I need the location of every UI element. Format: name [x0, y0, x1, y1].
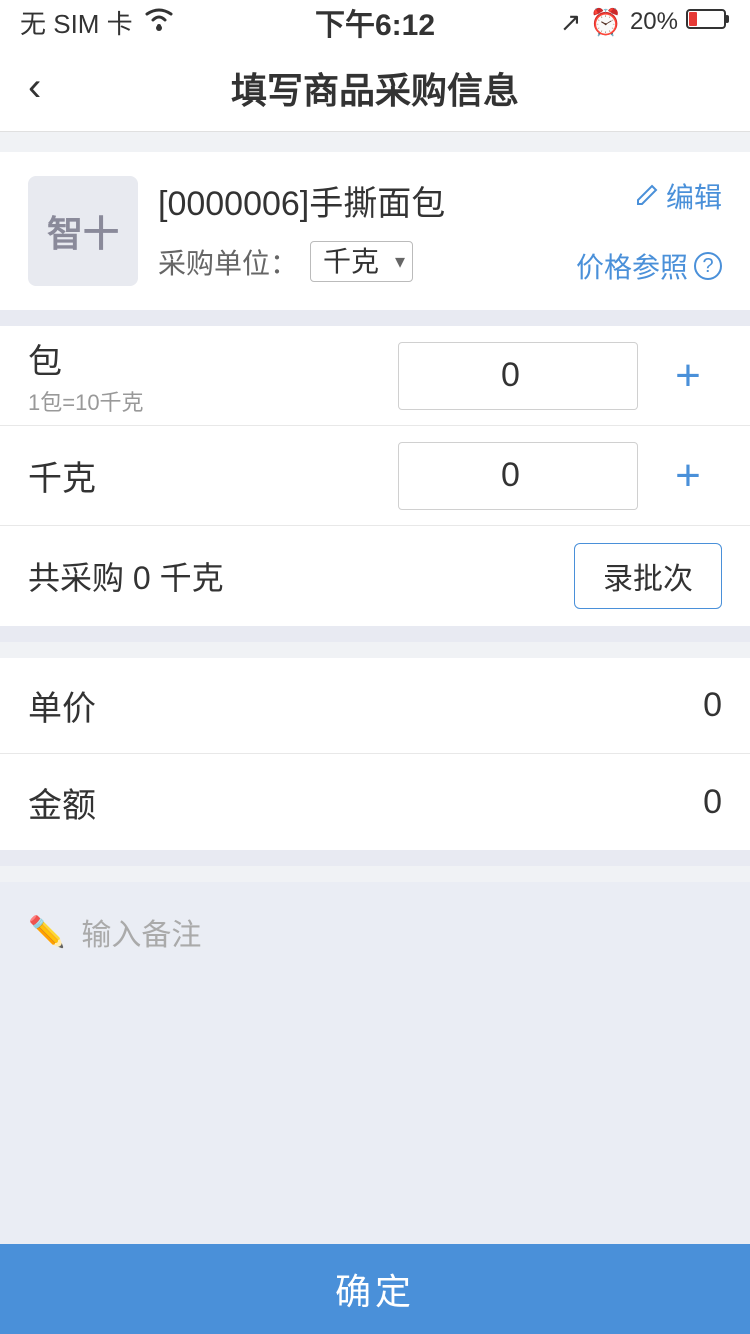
- total-text: 共采购 0 千克: [28, 553, 224, 599]
- bag-label: 包: [28, 334, 148, 383]
- unit-label: 采购单位：: [158, 242, 298, 282]
- price-ref-button[interactable]: 价格参照 ?: [576, 246, 722, 286]
- notes-section[interactable]: ✏️ 输入备注: [0, 882, 750, 982]
- bag-input-row: 包 1包=10千克 +: [0, 326, 750, 426]
- page-title: 填写商品采购信息: [231, 62, 519, 114]
- unit-select[interactable]: 千克: [310, 241, 413, 282]
- section-divider-2: [0, 626, 750, 642]
- unit-price-value: 0: [703, 686, 722, 725]
- input-section: 包 1包=10千克 + 千克 +: [0, 326, 750, 526]
- status-bar: 无 SIM 卡 下午6:12 ↗ ⏰ 20%: [0, 0, 750, 44]
- pencil-icon: ✏️: [28, 915, 65, 950]
- unit-select-wrapper[interactable]: 千克 ▾: [310, 241, 413, 282]
- product-card: 智十 [0000006]手撕面包 采购单位： 千克 ▾ 编辑 价格参照 ?: [0, 152, 750, 310]
- kg-label-group: 千克: [28, 451, 148, 500]
- carrier-text: 无 SIM 卡: [20, 4, 133, 41]
- kg-plus-button[interactable]: +: [654, 442, 722, 510]
- notes-placeholder: 输入备注: [81, 910, 201, 954]
- alarm-icon: ⏰: [590, 7, 622, 38]
- kg-input-row: 千克 +: [0, 426, 750, 526]
- battery-text: 20%: [630, 8, 678, 36]
- confirm-button[interactable]: 确定: [0, 1244, 750, 1334]
- info-icon: ?: [694, 252, 722, 280]
- product-logo: 智十: [47, 205, 119, 257]
- status-time: 下午6:12: [315, 0, 435, 44]
- price-ref-label: 价格参照: [576, 246, 688, 286]
- section-divider-3: [0, 850, 750, 866]
- kg-quantity-input[interactable]: [398, 442, 638, 510]
- location-icon: ↗: [560, 7, 582, 38]
- edit-label: 编辑: [666, 176, 722, 216]
- bag-plus-button[interactable]: +: [654, 342, 722, 410]
- bag-input-control: +: [148, 342, 722, 410]
- amount-label: 金额: [28, 778, 96, 827]
- status-right: ↗ ⏰ 20%: [560, 7, 730, 38]
- amount-row: 金额 0: [0, 754, 750, 850]
- total-row: 共采购 0 千克 录批次: [0, 526, 750, 626]
- amount-value: 0: [703, 783, 722, 822]
- price-section: 单价 0 金额 0: [0, 658, 750, 850]
- batch-button[interactable]: 录批次: [574, 543, 722, 609]
- section-divider-1: [0, 310, 750, 326]
- product-thumbnail: 智十: [28, 176, 138, 286]
- unit-price-label: 单价: [28, 681, 96, 730]
- bag-sublabel: 1包=10千克: [28, 385, 148, 417]
- kg-input-control: +: [148, 442, 722, 510]
- bag-label-group: 包 1包=10千克: [28, 334, 148, 417]
- bag-quantity-input[interactable]: [398, 342, 638, 410]
- wifi-icon: [141, 6, 177, 39]
- unit-price-row: 单价 0: [0, 658, 750, 754]
- edit-button[interactable]: 编辑: [632, 176, 722, 216]
- battery-icon: [686, 8, 730, 37]
- content-area: [0, 982, 750, 1262]
- back-button[interactable]: ‹: [28, 65, 41, 110]
- kg-label: 千克: [28, 451, 148, 500]
- nav-bar: ‹ 填写商品采购信息: [0, 44, 750, 132]
- status-left: 无 SIM 卡: [20, 4, 177, 41]
